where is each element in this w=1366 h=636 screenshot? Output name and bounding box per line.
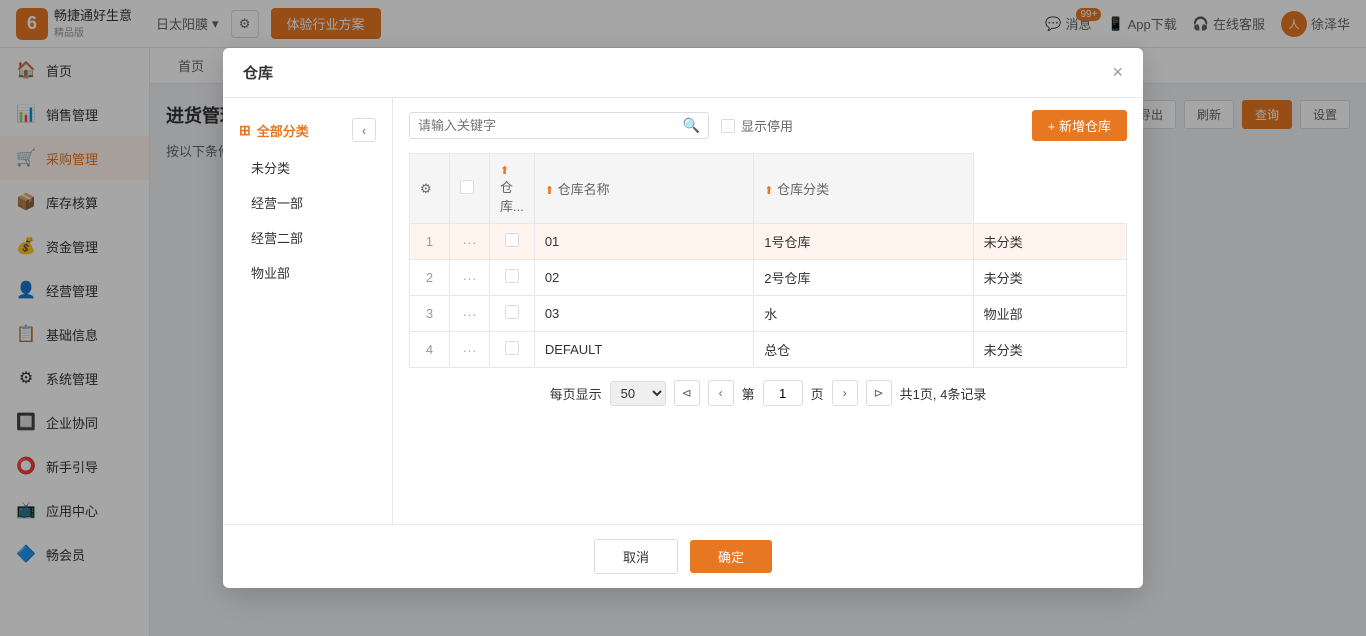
search-icon[interactable]: 🔍 bbox=[683, 117, 700, 134]
page-next-button[interactable]: › bbox=[832, 380, 858, 406]
show-disabled-area: 显示停用 bbox=[721, 116, 793, 135]
category-item-3[interactable]: 物业部 bbox=[223, 255, 392, 290]
search-input[interactable] bbox=[418, 118, 683, 133]
category-collapse-button[interactable]: ‹ bbox=[352, 118, 376, 142]
row-gear-cell: ··· bbox=[450, 296, 490, 332]
row-name: 总仓 bbox=[754, 332, 973, 368]
show-disabled-label: 显示停用 bbox=[741, 116, 793, 135]
row-gear-cell: ··· bbox=[450, 224, 490, 260]
row-code: 01 bbox=[534, 224, 753, 260]
row-gear-icon[interactable]: ··· bbox=[463, 342, 477, 358]
th-checkbox bbox=[450, 154, 490, 224]
th-gear: ⚙ bbox=[410, 154, 450, 224]
table-row[interactable]: 3 ··· 03 水 物业部 bbox=[410, 296, 1127, 332]
table-body: 1 ··· 01 1号仓库 未分类 2 ··· 02 2号仓库 未分类 3 ··… bbox=[410, 224, 1127, 368]
warehouse-modal: 仓库 × ⊞ 全部分类 ‹ 未分类 经营一部 经营二部 bbox=[223, 48, 1143, 588]
category-item-2[interactable]: 经营二部 bbox=[223, 220, 392, 255]
modal-footer: 取消 确定 bbox=[223, 524, 1143, 588]
row-index: 2 bbox=[410, 260, 450, 296]
sort-icon-name: ⬆ bbox=[545, 185, 554, 197]
gear-header-icon: ⚙ bbox=[420, 181, 432, 196]
row-gear-icon[interactable]: ··· bbox=[463, 270, 477, 286]
category-panel: ⊞ 全部分类 ‹ 未分类 经营一部 经营二部 物业部 bbox=[223, 98, 393, 524]
per-page-select[interactable]: 50 100 200 bbox=[610, 381, 666, 406]
search-box: 🔍 bbox=[409, 112, 709, 139]
row-checkbox[interactable] bbox=[505, 341, 519, 355]
page-last-button[interactable]: ⊳ bbox=[866, 380, 892, 406]
modal-header: 仓库 × bbox=[223, 48, 1143, 98]
row-index: 4 bbox=[410, 332, 450, 368]
row-name: 1号仓库 bbox=[754, 224, 973, 260]
table-row[interactable]: 4 ··· DEFAULT 总仓 未分类 bbox=[410, 332, 1127, 368]
row-index: 1 bbox=[410, 224, 450, 260]
sort-icon-code: ⬆ bbox=[500, 165, 509, 177]
add-warehouse-button[interactable]: + 新增仓库 bbox=[1032, 110, 1127, 141]
table-toolbar: 🔍 显示停用 + 新增仓库 bbox=[409, 110, 1127, 141]
row-checkbox[interactable] bbox=[505, 233, 519, 247]
th-code: ⬆ 仓库... bbox=[490, 154, 535, 224]
page-first-button[interactable]: ⊲ bbox=[674, 380, 700, 406]
category-grid-icon: ⊞ bbox=[239, 122, 251, 139]
pagination-bar: 每页显示 50 100 200 ⊲ ‹ 第 页 › ⊳ 共1页, 4条记录 bbox=[409, 380, 1127, 406]
row-category: 物业部 bbox=[973, 296, 1126, 332]
row-gear-cell: ··· bbox=[450, 332, 490, 368]
row-checkbox-cell bbox=[490, 296, 535, 332]
row-checkbox-cell bbox=[490, 224, 535, 260]
row-gear-icon[interactable]: ··· bbox=[463, 306, 477, 322]
page-end-label: 页 bbox=[811, 384, 824, 403]
cancel-button[interactable]: 取消 bbox=[594, 539, 678, 574]
modal-title: 仓库 bbox=[243, 62, 273, 83]
row-gear-cell: ··· bbox=[450, 260, 490, 296]
row-checkbox-cell bbox=[490, 260, 535, 296]
show-disabled-checkbox[interactable] bbox=[721, 119, 735, 133]
modal-overlay[interactable]: 仓库 × ⊞ 全部分类 ‹ 未分类 经营一部 经营二部 bbox=[0, 0, 1366, 636]
row-checkbox[interactable] bbox=[505, 269, 519, 283]
row-code: 03 bbox=[534, 296, 753, 332]
page-label: 第 bbox=[742, 384, 755, 403]
row-code: 02 bbox=[534, 260, 753, 296]
page-number-input[interactable] bbox=[763, 380, 803, 406]
row-category: 未分类 bbox=[973, 224, 1126, 260]
confirm-button[interactable]: 确定 bbox=[690, 540, 772, 573]
table-row[interactable]: 2 ··· 02 2号仓库 未分类 bbox=[410, 260, 1127, 296]
row-name: 2号仓库 bbox=[754, 260, 973, 296]
row-gear-icon[interactable]: ··· bbox=[463, 234, 477, 250]
total-label: 共1页, 4条记录 bbox=[900, 384, 987, 403]
row-checkbox-cell bbox=[490, 332, 535, 368]
row-name: 水 bbox=[754, 296, 973, 332]
table-row[interactable]: 1 ··· 01 1号仓库 未分类 bbox=[410, 224, 1127, 260]
modal-close-button[interactable]: × bbox=[1112, 62, 1123, 83]
sort-icon-category: ⬆ bbox=[764, 185, 773, 197]
row-category: 未分类 bbox=[973, 260, 1126, 296]
warehouse-table: ⚙ ⬆ 仓库... ⬆ 仓库名称 bbox=[409, 153, 1127, 368]
th-name: ⬆ 仓库名称 bbox=[534, 154, 753, 224]
row-code: DEFAULT bbox=[534, 332, 753, 368]
row-index: 3 bbox=[410, 296, 450, 332]
category-all-header[interactable]: ⊞ 全部分类 ‹ bbox=[223, 110, 392, 150]
category-item-0[interactable]: 未分类 bbox=[223, 150, 392, 185]
row-checkbox[interactable] bbox=[505, 305, 519, 319]
page-prev-button[interactable]: ‹ bbox=[708, 380, 734, 406]
row-category: 未分类 bbox=[973, 332, 1126, 368]
category-all-label: 全部分类 bbox=[257, 121, 309, 140]
per-page-label: 每页显示 bbox=[550, 384, 602, 403]
th-checkbox-all[interactable] bbox=[460, 180, 474, 194]
table-panel: 🔍 显示停用 + 新增仓库 ⚙ bbox=[393, 98, 1143, 524]
th-category: ⬆ 仓库分类 bbox=[754, 154, 973, 224]
category-item-1[interactable]: 经营一部 bbox=[223, 185, 392, 220]
table-header-row: ⚙ ⬆ 仓库... ⬆ 仓库名称 bbox=[410, 154, 1127, 224]
modal-body: ⊞ 全部分类 ‹ 未分类 经营一部 经营二部 物业部 bbox=[223, 98, 1143, 524]
